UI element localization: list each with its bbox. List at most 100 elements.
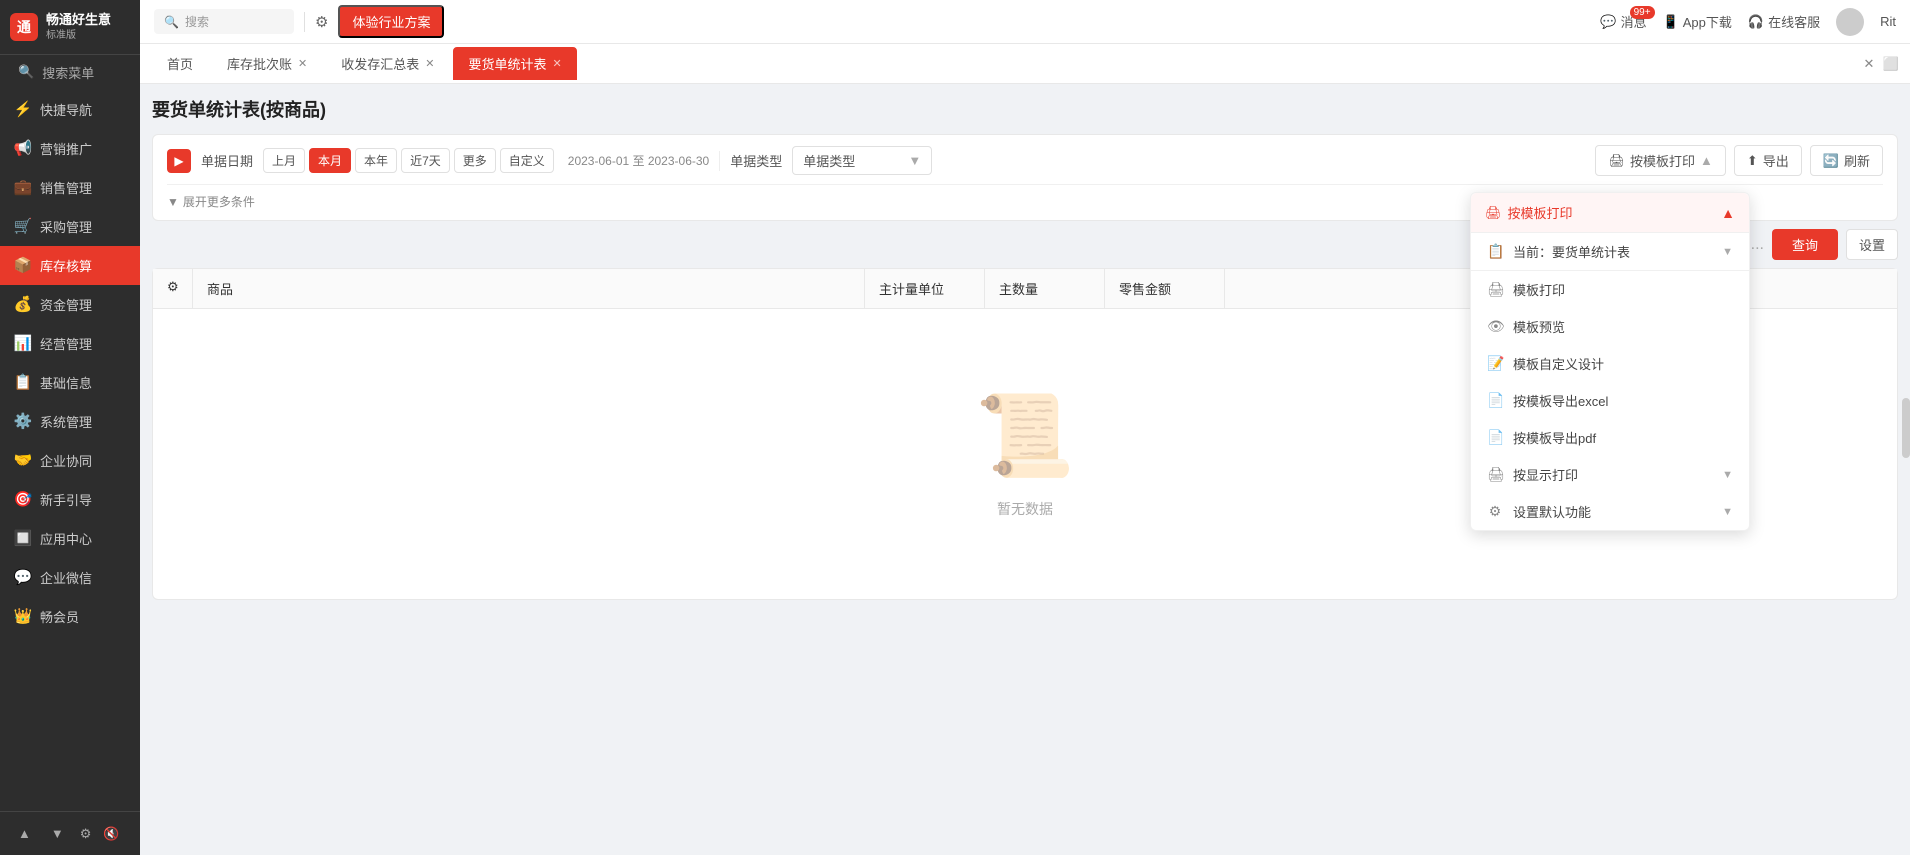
settings-icon[interactable]: ⚙ [80,826,92,842]
current-label: 当前：要货单统计表 [1513,242,1630,261]
scrollbar[interactable] [1902,398,1910,458]
username: Rit [1880,14,1896,29]
nav-label-inventory: 库存核算 [40,256,92,275]
dropdown-item-template-excel[interactable]: 📄 按模板导出excel [1471,382,1749,419]
logo-text: 畅通好生意 标准版 [46,12,111,42]
dropdown-item-default-fn[interactable]: ⚙ 设置默认功能 ▼ [1471,493,1749,530]
nav-label-marketing: 营销推广 [40,139,92,158]
app-download-label: App下载 [1683,12,1732,31]
item-arrow-default-fn: ▼ [1722,506,1733,518]
more-options-icon[interactable]: ... [1751,236,1764,254]
date-btn-本年[interactable]: 本年 [355,148,397,173]
item-icon-template-pdf: 📄 [1487,429,1503,446]
search-menu[interactable]: 🔍 搜索菜单 [0,55,140,90]
item-icon-default-fn: ⚙ [1487,503,1503,520]
sidebar-item-enterprise[interactable]: 🤝企业协同 [0,441,140,480]
scroll-down-btn[interactable]: ▼ [47,822,68,845]
print-label: 按模板打印 [1630,151,1695,170]
item-icon-template-print: 🖨 [1487,281,1503,298]
dropdown-close-btn[interactable]: ▲ [1721,205,1735,221]
date-btn-上月[interactable]: 上月 [263,148,305,173]
tab-label-home: 首页 [167,54,193,73]
sidebar-item-quick-nav[interactable]: ⚡ 快捷导航 [0,90,140,129]
avatar[interactable] [1836,8,1864,36]
scroll-up-btn[interactable]: ▲ [14,822,35,845]
sidebar-item-apps[interactable]: 🔲 应用中心 [0,519,140,558]
tab-home[interactable]: 首页 [152,47,208,80]
tab-receipt-summary[interactable]: 收发存汇总表✕ [326,47,449,80]
item-label-template-print: 模板打印 [1513,280,1565,299]
sidebar-item-wechat[interactable]: 💬企业微信 [0,558,140,597]
topbar-gear-icon[interactable]: ⚙ [315,13,328,31]
online-service-btn[interactable]: 🎧 在线客服 [1748,12,1820,31]
sidebar: 通 畅通好生意 标准版 🔍 搜索菜单 ⚡ 快捷导航 📢 营销推广 💼销售管理🛒采购管理📦… [0,0,140,855]
nav-icon-apps: 🔲 [14,529,32,547]
dropdown-item-template-design[interactable]: 📝 模板自定义设计 [1471,345,1749,382]
sidebar-item-finance[interactable]: 💰资金管理 [0,285,140,324]
industry-btn[interactable]: 体验行业方案 [338,5,444,38]
export-icon: ⬆ [1747,153,1758,169]
nav-icon-operations: 📊 [14,334,32,352]
app-name: 畅通好生意 [46,12,111,29]
refresh-btn[interactable]: 🔄 刷新 [1810,145,1883,176]
nav-label-quick-nav: 快捷导航 [40,100,92,119]
th-gear: ⚙ [153,269,193,308]
sidebar-item-operations[interactable]: 📊经营管理 [0,324,140,363]
dropdown-item-display-print[interactable]: 🖨 按显示打印 ▼ [1471,456,1749,493]
sidebar-item-system[interactable]: ⚙️系统管理 [0,402,140,441]
date-btn-近7天[interactable]: 近7天 [401,148,450,173]
tab-close-receipt-summary[interactable]: ✕ [425,57,434,70]
content-area: 要货单统计表(按商品) ▶ 单据日期 上月本月本年近7天更多自定义 2023-0… [140,84,1910,855]
query-btn[interactable]: 查询 [1772,229,1838,260]
date-btn-本月[interactable]: 本月 [309,148,351,173]
nav-icon-basic-info: 📋 [14,373,32,391]
filter-expand-icon[interactable]: ▶ [167,149,191,173]
close-window-btn[interactable]: ✕ [1862,57,1876,71]
nav-icon-quick-nav: ⚡ [14,100,32,118]
nav-icon-marketing: 📢 [14,139,32,157]
dropdown-item-template-pdf[interactable]: 📄 按模板导出pdf [1471,419,1749,456]
sidebar-item-member[interactable]: 👑畅会员 [0,597,140,636]
dropdown-item-template-print[interactable]: 🖨 模板打印 [1471,271,1749,308]
sidebar-item-inventory[interactable]: 📦库存核算 [0,246,140,285]
tab-batch-account[interactable]: 库存批次账 ✕ [212,47,322,80]
topbar-search[interactable]: 🔍 搜索 [154,9,294,34]
logo-icon: 通 [10,13,38,41]
service-icon: 🎧 [1748,14,1764,30]
date-btn-自定义[interactable]: 自定义 [500,148,554,173]
tab-close-order-stats[interactable]: ✕ [553,57,562,70]
order-type-select[interactable]: 单据类型 ▼ [792,146,932,175]
sidebar-item-purchase[interactable]: 🛒采购管理 [0,207,140,246]
print-btn[interactable]: 🖨 按模板打印 ▲ [1595,145,1725,176]
sidebar-item-sales[interactable]: 💼销售管理 [0,168,140,207]
settings-btn[interactable]: 设置 [1846,229,1898,260]
date-btn-更多[interactable]: 更多 [454,148,496,173]
dropdown-current-section: 📋 当前：要货单统计表 ▼ [1471,233,1749,271]
dropdown-item-template-preview[interactable]: 👁 模板预览 [1471,308,1749,345]
nav-label-sales: 销售管理 [40,178,92,197]
tab-order-stats[interactable]: 要货单统计表✕ [453,47,576,80]
export-btn[interactable]: ⬆ 导出 [1734,145,1802,176]
select-arrow-icon: ▼ [908,153,921,168]
nav-icon-guide: 🎯 [14,490,32,508]
message-icon: 💬 [1600,14,1616,30]
app-download-btn[interactable]: 📱 App下载 [1663,12,1732,31]
dropdown-current-item[interactable]: 📋 当前：要货单统计表 ▼ [1471,233,1749,270]
topbar-search-icon: 🔍 [164,15,179,29]
sidebar-item-marketing[interactable]: 📢 营销推广 [0,129,140,168]
tab-close-batch-account[interactable]: ✕ [298,57,307,70]
sidebar-item-guide[interactable]: 🎯 新手引导 [0,480,140,519]
tab-label-batch-account: 库存批次账 [227,54,292,73]
nav-label-member: 畅会员 [40,607,79,626]
maximize-window-btn[interactable]: ⬜ [1884,57,1898,71]
sidebar-item-basic-info[interactable]: 📋基础信息 [0,363,140,402]
toolbar-right-actions: 🖨 按模板打印 ▲ ⬆ 导出 🔄 刷新 [1595,145,1883,176]
mute-icon[interactable]: 🔇 [103,826,119,842]
dropdown-title: 按模板打印 [1508,203,1573,222]
item-icon-template-excel: 📄 [1487,392,1503,409]
nav-label-guide: 新手引导 [40,490,92,509]
item-left-default-fn: ⚙ 设置默认功能 [1487,502,1591,521]
messages-btn[interactable]: 💬 消息 99+ [1600,12,1646,31]
nav-label-apps: 应用中心 [40,529,92,548]
sidebar-footer: ▲ ▼ ⚙ 🔇 [0,811,140,855]
